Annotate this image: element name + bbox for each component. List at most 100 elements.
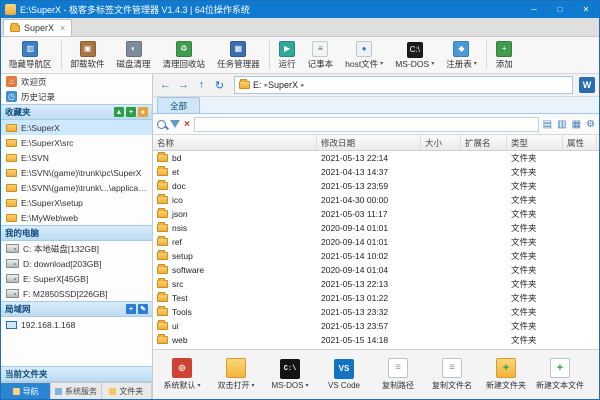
disk-cleanup-button[interactable]: ◐ 磁盘清理▾	[111, 38, 157, 72]
file-date: 2020-09-14 01:01	[321, 223, 389, 233]
drive-item[interactable]: D: download[203GB]	[1, 256, 152, 271]
move-up-icon[interactable]: ▲	[114, 107, 124, 117]
favorite-item[interactable]: E:\SVN	[1, 150, 152, 165]
lan-header[interactable]: 局域网 + ✎	[1, 301, 152, 317]
filter-funnel-icon[interactable]	[170, 120, 180, 128]
sidebar-tab-services[interactable]: 系统服务	[51, 383, 102, 399]
search-icon[interactable]	[157, 119, 166, 129]
drive-item[interactable]: C: 本地磁盘[132GB]	[1, 241, 152, 256]
settings-gear-icon[interactable]: ⚙	[586, 119, 595, 130]
ribbon-icon: +	[496, 40, 513, 57]
file-row[interactable]: ref 2020-09-14 01:01 文件夹	[153, 235, 599, 249]
dropdown-arrow-icon[interactable]: ▾	[474, 60, 477, 67]
edit-host-icon[interactable]: ✎	[138, 304, 148, 314]
column-header[interactable]: 扩展名	[461, 135, 507, 150]
file-row[interactable]: json 2021-05-03 11:17 文件夹	[153, 207, 599, 221]
breadcrumb[interactable]: E: ▸ SuperX ▸	[234, 76, 573, 94]
double-click-open-button[interactable]: 双击打开 ▾	[209, 352, 263, 398]
file-row[interactable]: et 2021-04-13 14:37 文件夹	[153, 165, 599, 179]
dropdown-arrow-icon[interactable]: ▾	[380, 60, 383, 67]
maximize-button[interactable]: □	[547, 1, 573, 18]
msdos-button[interactable]: C:\ MS-DOS ▾	[389, 38, 440, 72]
copy-filename-button[interactable]: ≡ 复制文件名▾	[425, 352, 479, 398]
pin-icon[interactable]: ●	[138, 107, 148, 117]
file-row[interactable]: ico 2021-04-30 00:00 文件夹	[153, 193, 599, 207]
system-default-button[interactable]: ◎ 系统默认 ▾	[155, 352, 209, 398]
copy-path-button[interactable]: ≡ 复制路径▾	[371, 352, 425, 398]
file-row[interactable]: software 2020-09-14 01:04 文件夹	[153, 263, 599, 277]
tab-close-icon[interactable]: ×	[60, 23, 65, 33]
dropdown-arrow-icon[interactable]: ▾	[197, 382, 200, 389]
w-tool-icon[interactable]: W	[579, 77, 595, 93]
dropdown-arrow-icon[interactable]: ▾	[251, 382, 254, 389]
favorite-item[interactable]: E:\SuperX	[1, 120, 152, 135]
file-row[interactable]: doc 2021-05-13 23:59 文件夹	[153, 179, 599, 193]
column-header[interactable]: 大小	[421, 135, 461, 150]
file-row[interactable]: bd 2021-05-13 22:14 文件夹	[153, 151, 599, 165]
tab-superx[interactable]: SuperX ×	[3, 19, 73, 36]
file-row[interactable]: setup 2021-05-14 10:02 文件夹	[153, 249, 599, 263]
msdos-action-button[interactable]: C:\ MS-DOS ▾	[263, 352, 317, 398]
add-host-icon[interactable]: +	[126, 304, 136, 314]
hide-nav-button[interactable]: ▥ 隐藏导航区▾	[3, 38, 58, 72]
minimize-button[interactable]: ─	[521, 1, 547, 18]
favorite-item[interactable]: E:\MyWeb\web	[1, 210, 152, 225]
filter-input[interactable]	[193, 116, 539, 132]
current-folder-header[interactable]: 当前文件夹	[1, 366, 152, 382]
tab-all[interactable]: 全部	[157, 97, 201, 113]
toolbar-separator	[268, 41, 270, 69]
favorite-item[interactable]: E:\SuperX\src	[1, 135, 152, 150]
file-ext	[461, 151, 507, 165]
column-header[interactable]: 类型	[507, 135, 563, 150]
column-header[interactable]: 属性	[563, 135, 597, 150]
lan-host-item[interactable]: 192.168.1.168	[1, 317, 152, 332]
file-name: doc	[172, 181, 186, 191]
registry-button[interactable]: ◆ 注册表 ▾	[440, 38, 483, 72]
column-header[interactable]: 名称	[153, 135, 317, 150]
uninstall-button[interactable]: ▣ 卸载软件▾	[65, 38, 111, 72]
view-list-icon[interactable]: ▥	[557, 119, 566, 130]
file-row[interactable]: Test 2021-05-13 01:22 文件夹	[153, 291, 599, 305]
favorites-header[interactable]: 收藏夹 ▲ + ●	[1, 104, 152, 120]
favorite-item[interactable]: E:\SuperX\setup	[1, 195, 152, 210]
vscode-button[interactable]: VS VS Code▾	[317, 352, 371, 398]
view-large-icon[interactable]: ▤	[543, 119, 552, 130]
favorite-item[interactable]: E:\SVN\(game)\trunk\...\application	[1, 180, 152, 195]
drive-icon	[6, 289, 19, 298]
close-button[interactable]: ✕	[573, 1, 599, 18]
sidebar-tab-folders[interactable]: 文件夹	[102, 383, 152, 399]
new-folder-button[interactable]: + 新建文件夹▾	[479, 352, 533, 398]
task-manager-button[interactable]: ▦ 任务管理器▾	[211, 38, 266, 72]
file-row[interactable]: web 2021-05-15 14:18 文件夹	[153, 333, 599, 347]
file-row[interactable]: ui 2021-05-13 23:57 文件夹	[153, 319, 599, 333]
recycle-clean-button[interactable]: ♻ 清理回收站▾	[157, 38, 212, 72]
window-controls: ─ □ ✕	[521, 1, 599, 18]
file-row[interactable]: nsis 2020-09-14 01:01 文件夹	[153, 221, 599, 235]
drive-item[interactable]: F: M2850SSD[226GB]	[1, 286, 152, 301]
sidebar-tab-nav[interactable]: 导航	[1, 383, 52, 399]
up-button[interactable]: ↑	[193, 77, 210, 94]
view-detail-icon[interactable]: ▦	[572, 119, 581, 130]
dropdown-arrow-icon[interactable]: ▾	[305, 382, 308, 389]
drive-item[interactable]: E: SuperX[45GB]	[1, 271, 152, 286]
file-row[interactable]: src 2021-05-13 22:13 文件夹	[153, 277, 599, 291]
breadcrumb-segment[interactable]: SuperX	[268, 80, 298, 90]
column-header[interactable]: 修改日期	[317, 135, 421, 150]
dropdown-arrow-icon[interactable]: ▾	[431, 60, 434, 67]
add-button[interactable]: + 添加▾	[490, 38, 519, 72]
notepad-button[interactable]: ≡ 记事本▾	[302, 38, 340, 72]
new-text-file-button[interactable]: + 新建文本文件▾	[533, 352, 587, 398]
breadcrumb-segment[interactable]: E:	[253, 80, 262, 90]
sidebar-item-history[interactable]: ◷ 历史记录	[1, 89, 152, 104]
computer-header[interactable]: 我的电脑	[1, 225, 152, 241]
back-button[interactable]: ←	[157, 77, 174, 94]
sidebar-item-welcome[interactable]: ⌂ 欢迎页	[1, 74, 152, 89]
run-button[interactable]: ▶ 运行▾	[273, 38, 302, 72]
add-favorite-icon[interactable]: +	[126, 107, 136, 117]
favorite-item[interactable]: E:\SVN\(game)\trunk\pc\SuperX	[1, 165, 152, 180]
file-row[interactable]: Tools 2021-05-13 23:32 文件夹	[153, 305, 599, 319]
clear-filter-icon[interactable]: ×	[184, 119, 190, 130]
refresh-button[interactable]: ↻	[211, 77, 228, 94]
hosts-file-button[interactable]: ● host文件 ▾	[339, 38, 389, 72]
forward-button[interactable]: →	[175, 77, 192, 94]
